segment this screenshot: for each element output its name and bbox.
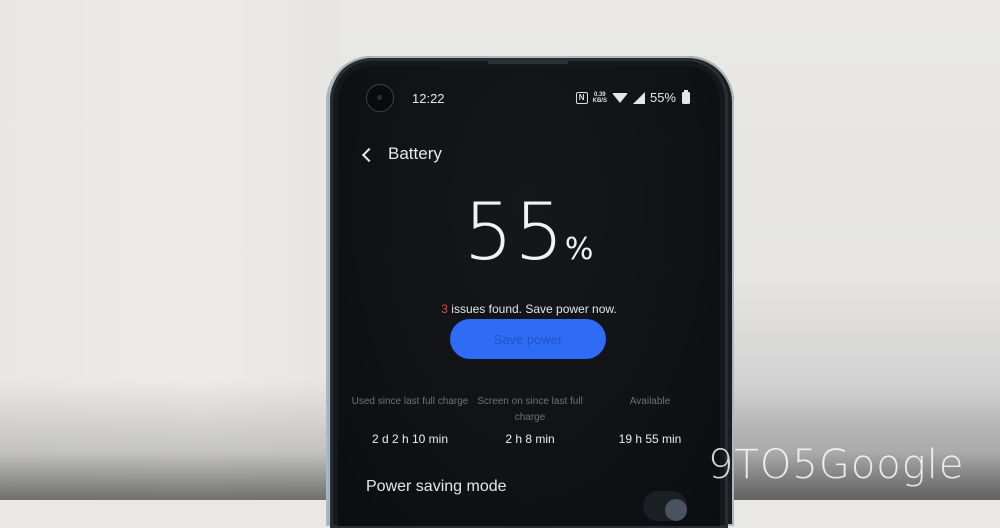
battery-icon (682, 89, 690, 104)
save-power-button[interactable]: Save power (450, 319, 606, 359)
issues-text: issues found. Save power now. (447, 302, 617, 316)
stat-used-since-charge: Used since last full charge 2 d 2 h 10 m… (350, 394, 470, 446)
stat-available: Available 19 h 55 min (590, 394, 710, 446)
status-battery-percent: 55% (649, 90, 676, 105)
phone-screen: 12:22 N 0.39 KB/S 55% Battery 55% 3 issue… (338, 66, 720, 526)
wifi-icon (611, 92, 628, 103)
stat-value: 2 h 8 min (505, 432, 555, 446)
back-arrow-icon[interactable] (361, 147, 377, 162)
battery-stats: Used since last full charge 2 d 2 h 10 m… (350, 394, 710, 446)
stat-value: 19 h 55 min (618, 432, 682, 446)
app-header: Battery (361, 144, 442, 164)
cell-signal-icon (632, 91, 645, 104)
nfc-icon: N (575, 91, 588, 104)
stat-label: Used since last full charge (351, 396, 469, 407)
battery-percent-value: 55 (463, 188, 565, 278)
network-speed-icon: 0.39 KB/S (592, 91, 607, 104)
toggle-knob (665, 499, 687, 521)
stat-screen-on: Screen on since last full charge 2 h 8 m… (470, 394, 590, 446)
power-saving-mode-label: Power saving mode (366, 478, 507, 495)
stat-value: 2 d 2 h 10 min (371, 432, 449, 446)
page-title: Battery (388, 144, 442, 163)
battery-percentage: 55% (338, 188, 720, 278)
power-saving-toggle[interactable] (643, 491, 687, 521)
issues-message: 3 issues found. Save power now. (338, 302, 720, 316)
status-time: 12:22 (412, 91, 445, 106)
stat-label: Screen on since last full charge (477, 396, 583, 423)
front-camera-cutout (366, 84, 394, 112)
phone-earpiece (488, 61, 568, 64)
watermark-logo: 9TO5Google (708, 442, 965, 488)
status-icons: N 0.39 KB/S 55% (575, 89, 690, 105)
percent-sign: % (564, 232, 595, 267)
stat-label: Available (629, 396, 671, 407)
issues-count: 3 (441, 302, 448, 316)
